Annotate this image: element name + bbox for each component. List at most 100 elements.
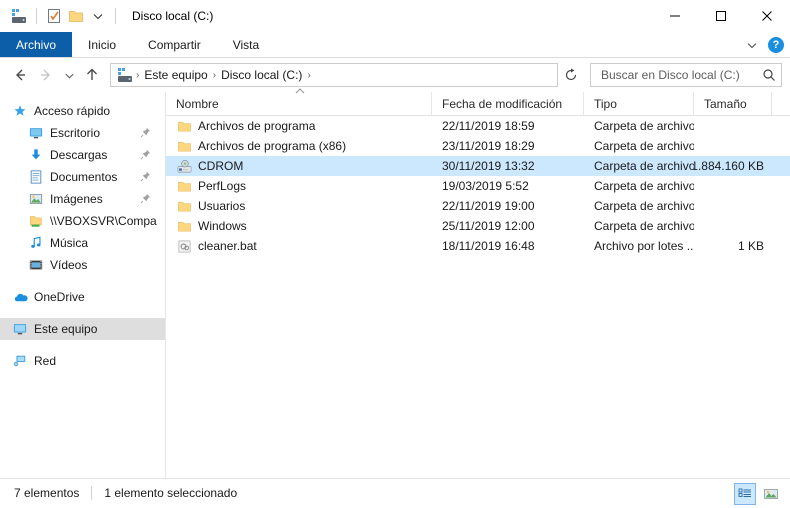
table-row[interactable]: Archivos de programa (x86) 23/11/2019 18… — [166, 136, 790, 156]
toolbar-divider — [36, 8, 37, 24]
search-box[interactable] — [590, 63, 782, 87]
title-bar: Disco local (C:) — [0, 0, 790, 32]
column-header-nombre[interactable]: Nombre — [166, 87, 432, 116]
column-header-tamano[interactable]: Tamaño — [694, 91, 772, 116]
sidebar-item-label: Música — [50, 236, 89, 250]
column-header-label: Fecha de modificación — [442, 96, 563, 111]
search-icon[interactable] — [761, 68, 777, 82]
refresh-button[interactable] — [560, 63, 582, 87]
sidebar-item-escritorio[interactable]: Escritorio — [0, 122, 165, 144]
breadcrumb-item-disco-local[interactable]: Disco local (C:) — [217, 68, 306, 82]
sidebar-item-este-equipo[interactable]: Este equipo — [0, 318, 165, 340]
file-size-cell — [694, 176, 772, 196]
file-name-label: Windows — [198, 219, 247, 233]
large-icons-view-button[interactable] — [760, 483, 782, 505]
desktop-icon — [26, 125, 46, 141]
file-date-cell: 19/03/2019 5:52 — [442, 179, 529, 193]
file-size-cell — [694, 216, 772, 236]
breadcrumb-item-este-equipo[interactable]: Este equipo — [140, 68, 211, 82]
documents-icon — [26, 169, 46, 185]
file-type-cell: Carpeta de archivos — [594, 199, 694, 213]
sidebar-item-videos[interactable]: Vídeos — [0, 254, 165, 276]
file-type-cell: Archivo por lotes ... — [594, 239, 694, 253]
customize-quick-access-chevron-icon[interactable] — [87, 5, 109, 27]
details-view-button[interactable] — [734, 482, 756, 505]
tab-vista[interactable]: Vista — [217, 32, 275, 57]
breadcrumb[interactable]: › Este equipo › Disco local (C:) › — [110, 63, 558, 87]
column-header-label: Nombre — [176, 96, 219, 111]
new-folder-icon[interactable] — [65, 5, 87, 27]
search-input[interactable] — [599, 67, 761, 83]
file-name-cell: Archivos de programa — [166, 116, 432, 136]
back-button[interactable] — [8, 63, 32, 87]
column-header-tipo[interactable]: Tipo — [584, 91, 694, 116]
quick-access-toolbar — [0, 5, 122, 27]
expand-ribbon-chevron-icon[interactable] — [744, 37, 760, 53]
table-row[interactable]: Archivos de programa 22/11/2019 18:59 Ca… — [166, 116, 790, 136]
column-header-fecha[interactable]: Fecha de modificación — [432, 91, 584, 116]
file-size-cell: 1 KB — [737, 239, 764, 253]
address-bar: › Este equipo › Disco local (C:) › — [0, 58, 790, 92]
table-row[interactable]: PerfLogs 19/03/2019 5:52 Carpeta de arch… — [166, 176, 790, 196]
sidebar-item-vboxsvr-compartida[interactable]: \\VBOXSVR\Compa — [0, 210, 165, 232]
file-date-cell: 23/11/2019 18:29 — [442, 139, 535, 153]
pin-icon[interactable] — [139, 148, 151, 160]
pin-icon[interactable] — [139, 192, 151, 204]
window-controls — [652, 0, 790, 32]
navigation-pane: Acceso rápido Escritorio Descargas Docum… — [0, 92, 166, 478]
table-row[interactable]: cleaner.bat 18/11/2019 16:48 Archivo por… — [166, 236, 790, 256]
bat-file-icon — [176, 238, 192, 254]
table-row[interactable]: Usuarios 22/11/2019 19:00 Carpeta de arc… — [166, 196, 790, 216]
minimize-button[interactable] — [652, 0, 698, 32]
tab-compartir[interactable]: Compartir — [132, 32, 217, 57]
downloads-icon — [26, 147, 46, 163]
sidebar-item-imagenes[interactable]: Imágenes — [0, 188, 165, 210]
ribbon-tabs: Archivo Inicio Compartir Vista ? — [0, 32, 790, 58]
file-date-cell: 25/11/2019 12:00 — [442, 219, 535, 233]
sidebar-item-musica[interactable]: Música — [0, 232, 165, 254]
column-header-label: Tipo — [594, 96, 617, 111]
sidebar-item-red[interactable]: Red — [0, 350, 165, 372]
sidebar-item-label: OneDrive — [34, 290, 85, 304]
status-bar: 7 elementos 1 elemento seleccionado — [0, 478, 790, 507]
recent-locations-chevron-icon[interactable] — [60, 63, 78, 87]
file-date-cell: 18/11/2019 16:48 — [442, 239, 535, 253]
help-icon[interactable]: ? — [768, 37, 784, 53]
tab-inicio[interactable]: Inicio — [72, 32, 132, 57]
toolbar-divider-2 — [115, 8, 116, 24]
sidebar-item-label: Imágenes — [50, 192, 103, 206]
close-button[interactable] — [744, 0, 790, 32]
file-name-cell: Windows — [166, 216, 432, 236]
window-title: Disco local (C:) — [132, 9, 214, 23]
breadcrumb-separator-2[interactable]: › — [306, 70, 311, 81]
sidebar-item-descargas[interactable]: Descargas — [0, 144, 165, 166]
music-icon — [26, 235, 46, 251]
videos-icon — [26, 257, 46, 273]
ribbon-right-controls: ? — [744, 32, 784, 58]
file-rows: Archivos de programa 22/11/2019 18:59 Ca… — [166, 116, 790, 478]
folder-icon — [176, 118, 192, 134]
table-row[interactable]: Windows 25/11/2019 12:00 Carpeta de arch… — [166, 216, 790, 236]
sidebar-item-label: \\VBOXSVR\Compa — [50, 214, 157, 228]
forward-button[interactable] — [34, 63, 58, 87]
file-name-cell: Archivos de programa (x86) — [166, 136, 432, 156]
pin-icon[interactable] — [139, 170, 151, 182]
star-icon — [10, 103, 30, 119]
maximize-button[interactable] — [698, 0, 744, 32]
folder-icon — [176, 218, 192, 234]
properties-icon[interactable] — [43, 5, 65, 27]
pin-icon[interactable] — [139, 126, 151, 138]
sidebar-item-label: Descargas — [50, 148, 108, 162]
folder-icon — [176, 138, 192, 154]
sidebar-item-label: Red — [34, 354, 57, 368]
sidebar-item-acceso-rapido[interactable]: Acceso rápido — [0, 100, 165, 122]
up-button[interactable] — [80, 63, 104, 87]
sidebar-item-onedrive[interactable]: OneDrive — [0, 286, 165, 308]
file-name-label: Usuarios — [198, 199, 246, 213]
tab-archivo[interactable]: Archivo — [0, 32, 73, 57]
computer-icon — [10, 321, 30, 337]
sidebar-item-label: Acceso rápido — [34, 104, 111, 118]
table-row[interactable]: CDROM 30/11/2019 13:32 Carpeta de archiv… — [166, 156, 790, 176]
sidebar-item-documentos[interactable]: Documentos — [0, 166, 165, 188]
